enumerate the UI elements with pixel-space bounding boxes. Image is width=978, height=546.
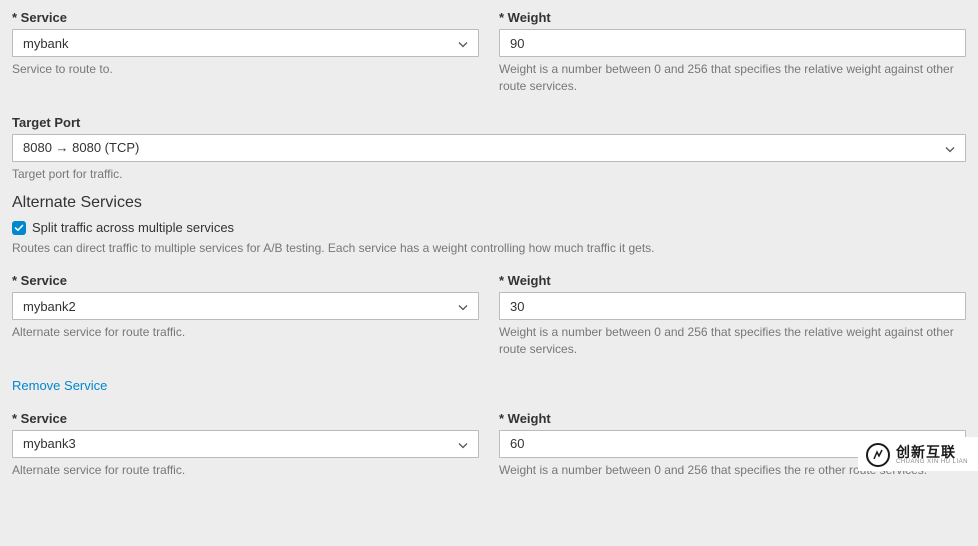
alt-service-select-2[interactable]: mybank3 <box>12 430 479 458</box>
alternate-services-desc: Routes can direct traffic to multiple se… <box>12 241 966 255</box>
chevron-down-icon <box>458 36 468 51</box>
watermark-text-en: CHUANG XIN HU LIAN <box>896 459 968 465</box>
weight-input[interactable] <box>499 29 966 57</box>
alt-service-help: Alternate service for route traffic. <box>12 462 479 479</box>
alt-weight-label: * Weight <box>499 273 966 288</box>
service-label: * Service <box>12 10 479 25</box>
target-port-help: Target port for traffic. <box>12 166 966 183</box>
target-port-value: 8080 → 8080 (TCP) <box>23 140 139 155</box>
target-port-label: Target Port <box>12 115 966 130</box>
alt-service-label: * Service <box>12 411 479 426</box>
alt-weight-label: * Weight <box>499 411 966 426</box>
watermark: 创新互联 CHUANG XIN HU LIAN <box>858 437 978 471</box>
weight-help: Weight is a number between 0 and 256 tha… <box>499 61 966 95</box>
service-help: Service to route to. <box>12 61 479 78</box>
watermark-logo-icon <box>866 443 890 467</box>
chevron-down-icon <box>458 436 468 451</box>
split-traffic-checkbox[interactable] <box>12 221 26 235</box>
chevron-down-icon <box>945 140 955 155</box>
watermark-text-cn: 创新互联 <box>896 445 968 459</box>
remove-service-link[interactable]: Remove Service <box>12 378 107 393</box>
alt-weight-help: Weight is a number between 0 and 256 tha… <box>499 324 966 358</box>
alt-service-value: mybank3 <box>23 436 76 451</box>
service-select[interactable]: mybank <box>12 29 479 57</box>
alternate-services-title: Alternate Services <box>12 194 966 212</box>
alt-weight-input-1[interactable] <box>499 292 966 320</box>
service-select-value: mybank <box>23 36 69 51</box>
alt-service-value: mybank2 <box>23 299 76 314</box>
split-traffic-label: Split traffic across multiple services <box>32 220 234 235</box>
alt-service-select-1[interactable]: mybank2 <box>12 292 479 320</box>
weight-label: * Weight <box>499 10 966 25</box>
alt-service-label: * Service <box>12 273 479 288</box>
chevron-down-icon <box>458 299 468 314</box>
alt-service-help: Alternate service for route traffic. <box>12 324 479 341</box>
target-port-select[interactable]: 8080 → 8080 (TCP) <box>12 134 966 162</box>
